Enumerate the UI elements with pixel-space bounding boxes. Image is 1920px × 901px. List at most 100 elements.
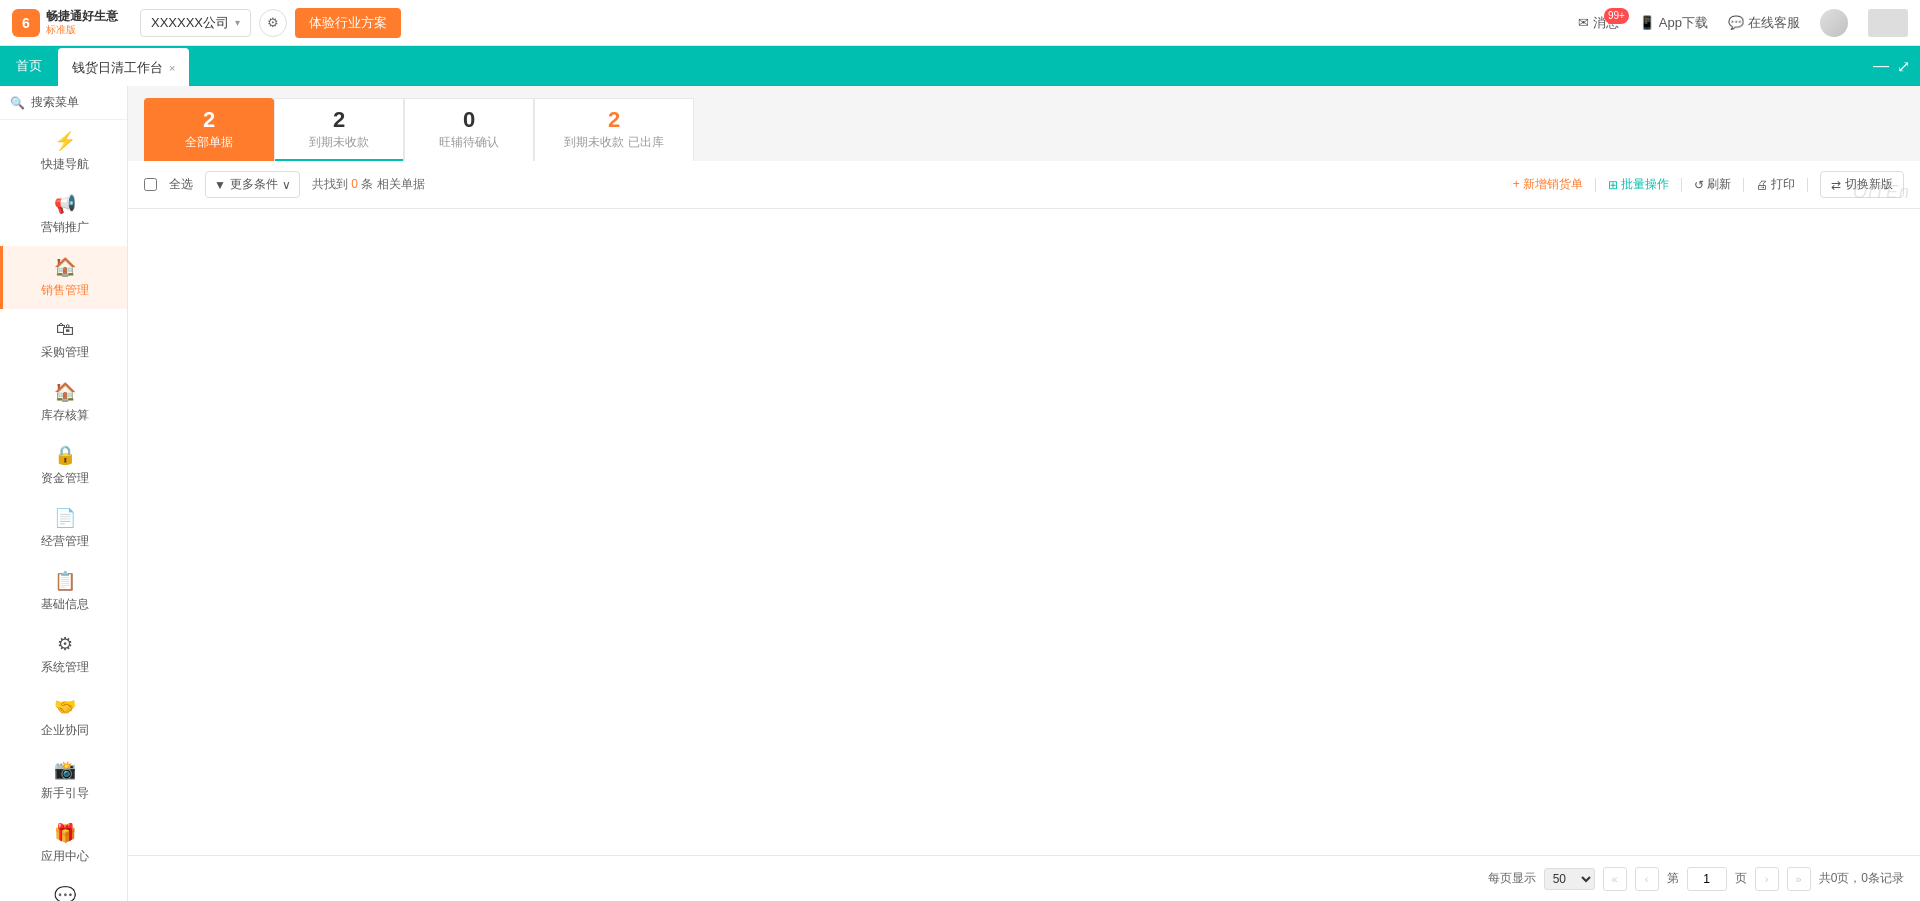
sidebar-item-label: 营销推广 bbox=[41, 219, 89, 236]
sidebar-item-inventory[interactable]: 🏠 库存核算 bbox=[0, 371, 127, 434]
online-service-item[interactable]: 💬 在线客服 bbox=[1728, 14, 1800, 32]
app-download-item[interactable]: 📱 App下载 bbox=[1639, 14, 1708, 32]
print-icon: 🖨 bbox=[1756, 178, 1768, 192]
stat-tab-pending[interactable]: 0 旺辅待确认 bbox=[404, 98, 534, 161]
watermark-text: OfTEn bbox=[1853, 182, 1910, 203]
sidebar-item-base[interactable]: 📋 基础信息 bbox=[0, 560, 127, 623]
messages-item[interactable]: ✉ 消息 99+ bbox=[1578, 14, 1619, 32]
page-prev-button[interactable]: ‹ bbox=[1635, 867, 1659, 891]
page-first-button[interactable]: « bbox=[1603, 867, 1627, 891]
add-button[interactable]: + 新增销货单 bbox=[1513, 176, 1583, 193]
page-input[interactable] bbox=[1687, 867, 1727, 891]
select-all-checkbox[interactable] bbox=[144, 178, 157, 191]
table-area bbox=[128, 209, 1920, 855]
count-unit: 条 bbox=[361, 177, 373, 191]
system-icon: ⚙ bbox=[57, 633, 73, 655]
divider4 bbox=[1807, 178, 1808, 192]
guide-icon: 📸 bbox=[54, 759, 76, 781]
stat-pending-label: 旺辅待确认 bbox=[429, 134, 509, 151]
page-next-button[interactable]: › bbox=[1755, 867, 1779, 891]
messages-badge: 99+ bbox=[1604, 8, 1629, 24]
batch-icon: ⊞ bbox=[1608, 178, 1618, 192]
sidebar-item-quick-nav[interactable]: ⚡ 快捷导航 bbox=[0, 120, 127, 183]
sidebar-item-cooperation[interactable]: 🤝 企业协同 bbox=[0, 686, 127, 749]
sidebar-item-guide[interactable]: 📸 新手引导 bbox=[0, 749, 127, 812]
page-suffix: 页 bbox=[1735, 870, 1747, 887]
search-icon: 🔍 bbox=[10, 96, 25, 110]
tab-bar: 首页 钱货日清工作台 × — ⤢ bbox=[0, 46, 1920, 86]
logo-main: 畅捷通好生意 bbox=[46, 9, 118, 23]
sidebar-item-wechat[interactable]: 💬 企业微信 bbox=[0, 875, 127, 901]
filter-arrow: ∨ bbox=[282, 178, 291, 192]
sidebar-item-purchase[interactable]: 🛍 采购管理 bbox=[0, 309, 127, 371]
message-icon: ✉ bbox=[1578, 15, 1589, 30]
app-download-label: App下载 bbox=[1659, 14, 1708, 32]
tab-expand-icon[interactable]: ⤢ bbox=[1897, 57, 1910, 76]
company-name: XXXXXX公司 bbox=[151, 14, 229, 32]
count-value: 0 bbox=[351, 177, 358, 191]
avatar[interactable] bbox=[1820, 9, 1848, 37]
sidebar-item-finance[interactable]: 🔒 资金管理 bbox=[0, 434, 127, 497]
sidebar-item-operation[interactable]: 📄 经营管理 bbox=[0, 497, 127, 560]
stat-overdue-underline bbox=[275, 159, 403, 161]
top-header: 6 畅捷通好生意 标准版 XXXXXX公司 ▾ ⚙ 体验行业方案 ✉ 消息 99… bbox=[0, 0, 1920, 46]
trial-button[interactable]: 体验行业方案 bbox=[295, 8, 401, 38]
sidebar-item-appstore[interactable]: 🎁 应用中心 bbox=[0, 812, 127, 875]
per-page-select[interactable]: 50 100 200 bbox=[1544, 868, 1595, 890]
count-area: 共找到 0 条 相关单据 bbox=[312, 176, 425, 193]
main-layout: 🔍 搜索菜单 ⚡ 快捷导航 📢 营销推广 🏠 销售管理 🛍 采购管理 🏠 库存核… bbox=[0, 86, 1920, 901]
sidebar-item-label: 应用中心 bbox=[41, 848, 89, 865]
sidebar-item-label: 系统管理 bbox=[41, 659, 89, 676]
sidebar-item-label: 经营管理 bbox=[41, 533, 89, 550]
stat-all-num: 2 bbox=[169, 109, 249, 131]
tab-qhrc[interactable]: 钱货日清工作台 × bbox=[58, 48, 189, 88]
sidebar-item-system[interactable]: ⚙ 系统管理 bbox=[0, 623, 127, 686]
page-label: 第 bbox=[1667, 870, 1679, 887]
tab-minimize-icon[interactable]: — bbox=[1873, 57, 1889, 75]
tab-label: 钱货日清工作台 bbox=[72, 59, 163, 77]
sidebar-item-label: 快捷导航 bbox=[41, 156, 89, 173]
finance-icon: 🔒 bbox=[54, 444, 76, 466]
base-icon: 📋 bbox=[54, 570, 76, 592]
refresh-button[interactable]: ↺ 刷新 bbox=[1694, 176, 1731, 193]
quick-nav-icon: ⚡ bbox=[54, 130, 76, 152]
sales-icon: 🏠 bbox=[54, 256, 76, 278]
avatar-image bbox=[1820, 9, 1848, 37]
marketing-icon: 📢 bbox=[54, 193, 76, 215]
sidebar-item-label: 库存核算 bbox=[41, 407, 89, 424]
batch-label: 批量操作 bbox=[1621, 176, 1669, 193]
print-button[interactable]: 🖨 打印 bbox=[1756, 176, 1795, 193]
divider3 bbox=[1743, 178, 1744, 192]
sidebar-item-label: 资金管理 bbox=[41, 470, 89, 487]
count-prefix: 共找到 bbox=[312, 177, 348, 191]
total-label: 共0页，0条记录 bbox=[1819, 870, 1904, 887]
tab-close-icon[interactable]: × bbox=[169, 62, 175, 74]
stat-tab-overdue[interactable]: 2 到期未收款 bbox=[274, 98, 404, 161]
switch-icon: ⇄ bbox=[1831, 178, 1841, 192]
filter-button[interactable]: ▼ 更多条件 ∨ bbox=[205, 171, 300, 198]
stat-tab-overdue-shipped[interactable]: 2 到期未收款 已出库 bbox=[534, 98, 694, 161]
sidebar-search[interactable]: 🔍 搜索菜单 bbox=[0, 86, 127, 120]
tab-home[interactable]: 首页 bbox=[0, 46, 58, 86]
company-selector[interactable]: XXXXXX公司 ▾ bbox=[140, 9, 251, 37]
batch-button[interactable]: ⊞ 批量操作 bbox=[1608, 176, 1669, 193]
stat-overdue-num: 2 bbox=[299, 109, 379, 131]
sidebar-item-label: 基础信息 bbox=[41, 596, 89, 613]
tab-bar-right: — ⤢ bbox=[1873, 57, 1920, 76]
select-all-label: 全选 bbox=[169, 176, 193, 193]
sidebar-item-marketing[interactable]: 📢 营销推广 bbox=[0, 183, 127, 246]
sidebar-item-label: 采购管理 bbox=[41, 344, 89, 361]
logo-text: 畅捷通好生意 标准版 bbox=[46, 9, 118, 35]
sidebar-item-label: 企业协同 bbox=[41, 722, 89, 739]
stat-shipped-label: 到期未收款 已出库 bbox=[559, 134, 669, 151]
stats-tabs: 2 全部单据 2 到期未收款 0 旺辅待确认 2 到期未收款 已出库 bbox=[128, 86, 1920, 161]
settings-icon: ⚙ bbox=[267, 15, 279, 30]
stat-tab-all[interactable]: 2 全部单据 bbox=[144, 98, 274, 161]
filter-label: 更多条件 bbox=[230, 176, 278, 193]
company-dropdown-arrow: ▾ bbox=[235, 17, 240, 28]
online-service-icon: 💬 bbox=[1728, 15, 1744, 30]
divider2 bbox=[1681, 178, 1682, 192]
settings-button[interactable]: ⚙ bbox=[259, 9, 287, 37]
sidebar-item-sales[interactable]: 🏠 销售管理 bbox=[0, 246, 127, 309]
page-last-button[interactable]: » bbox=[1787, 867, 1811, 891]
